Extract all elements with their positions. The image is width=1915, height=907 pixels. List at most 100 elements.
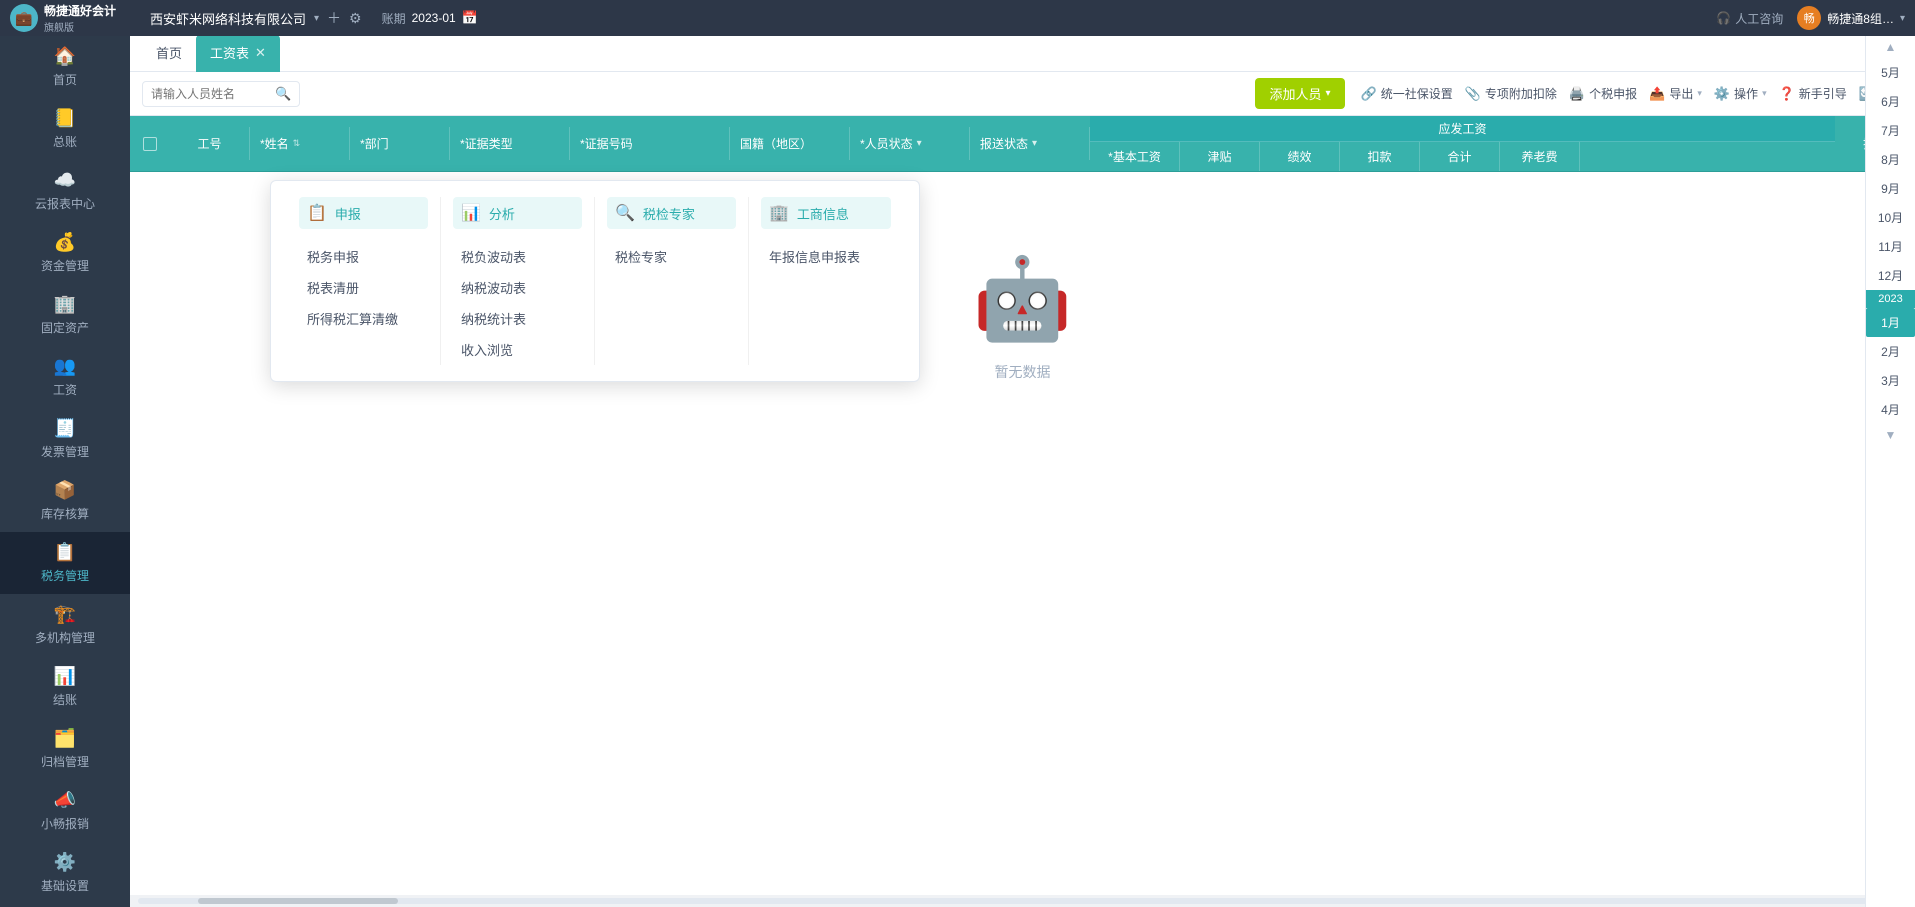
- menu-section-business-header: 🏢 工商信息: [761, 197, 891, 229]
- search-wrap: 🔍: [142, 81, 300, 107]
- archive-icon: 🗂️: [54, 728, 76, 749]
- add-company-icon[interactable]: ＋: [327, 8, 341, 28]
- cal-month-9[interactable]: 9月: [1866, 174, 1915, 203]
- horizontal-scrollbar[interactable]: [130, 895, 1915, 907]
- headset-icon: 🎧: [1716, 11, 1731, 25]
- menu-popup: 📋 申报 税务申报 税表清册 所得税汇算清缴 📊 分析 税负波动表 纳税波动表 …: [270, 180, 920, 382]
- tax-declaration-item[interactable]: 税务申报: [299, 241, 428, 272]
- sidebar-item-cloud[interactable]: ☁️ 云报表中心: [0, 160, 130, 222]
- th-salary-group: 应发工资 *基本工资 津贴 绩效 扣款 合计 养老费: [1090, 116, 1835, 171]
- social-security-action[interactable]: 🔗 统一社保设置: [1361, 85, 1453, 102]
- sidebar-item-tax[interactable]: 📋 税务管理: [0, 532, 130, 594]
- user-area[interactable]: 畅 畅捷通8组… ▾: [1797, 6, 1905, 30]
- sidebar-item-invoice[interactable]: 🧾 发票管理: [0, 408, 130, 470]
- operate-action[interactable]: ⚙️ 操作 ▾: [1714, 85, 1767, 102]
- analysis-title: 分析: [489, 204, 515, 223]
- operate-dropdown-icon: ▾: [1762, 88, 1767, 99]
- company-dropdown-icon[interactable]: ▾: [314, 13, 319, 24]
- cal-month-10[interactable]: 10月: [1866, 203, 1915, 232]
- th-name[interactable]: *姓名 ⇅: [250, 127, 350, 160]
- th-dept: *部门: [350, 127, 450, 160]
- sidebar: 🏠 首页 📒 总账 ☁️ 云报表中心 💰 资金管理 🏢 固定资产 👥 工资 🧾 …: [0, 36, 130, 907]
- th-cert-num: *证据号码: [570, 127, 730, 160]
- th-checkbox[interactable]: [130, 127, 170, 161]
- settings-icon: ⚙️: [54, 852, 76, 873]
- sidebar-label-ledger: 总账: [53, 133, 77, 150]
- cal-month-5[interactable]: 5月: [1866, 58, 1915, 87]
- th-cert-num-label: *证据号码: [580, 135, 633, 152]
- income-browse-item[interactable]: 收入浏览: [453, 334, 582, 365]
- cal-month-11[interactable]: 11月: [1866, 232, 1915, 261]
- tax-burden-item[interactable]: 税负波动表: [453, 241, 582, 272]
- special-deduction-label: 专项附加扣除: [1485, 85, 1557, 102]
- sidebar-item-funds[interactable]: 💰 资金管理: [0, 222, 130, 284]
- sidebar-item-archive[interactable]: 🗂️ 归档管理: [0, 718, 130, 780]
- tab-close-icon[interactable]: ✕: [255, 45, 266, 61]
- tax-stats-item[interactable]: 纳税统计表: [453, 303, 582, 334]
- cal-month-4[interactable]: 4月: [1866, 395, 1915, 424]
- help-button[interactable]: 🎧 人工咨询: [1716, 10, 1783, 27]
- toolbar: 🔍 添加人员 ▾ 🔗 统一社保设置 📎 专项附加扣除 🖨️ 个税申报: [130, 72, 1915, 116]
- logo-subtitle: 旗舰版: [44, 19, 116, 34]
- cal-month-6[interactable]: 6月: [1866, 87, 1915, 116]
- income-calc-item[interactable]: 所得税汇算清缴: [299, 303, 428, 334]
- add-person-button[interactable]: 添加人员 ▾: [1255, 78, 1344, 109]
- sidebar-item-assets[interactable]: 🏢 固定资产: [0, 284, 130, 346]
- cal-month-3[interactable]: 3月: [1866, 366, 1915, 395]
- tax-expert-icon: 🔍: [615, 203, 635, 223]
- sidebar-label-settings: 基础设置: [41, 877, 89, 894]
- cal-month-7[interactable]: 7月: [1866, 116, 1915, 145]
- th-send-status: 报送状态 ▾: [970, 127, 1090, 160]
- scrollbar-thumb[interactable]: [198, 898, 398, 904]
- send-status-filter-icon[interactable]: ▾: [1032, 138, 1037, 149]
- sidebar-item-multi[interactable]: 🏗️ 多机构管理: [0, 594, 130, 656]
- cal-month-12[interactable]: 12月: [1866, 261, 1915, 290]
- annual-report-item[interactable]: 年报信息申报表: [761, 241, 891, 272]
- th-salary-sub-cols: *基本工资 津贴 绩效 扣款 合计 养老费: [1090, 142, 1835, 171]
- tab-home[interactable]: 首页: [142, 36, 196, 72]
- status-filter-icon[interactable]: ▾: [917, 138, 922, 149]
- th-base-salary: *基本工资: [1090, 142, 1180, 171]
- special-deduction-action[interactable]: 📎 专项附加扣除: [1465, 85, 1557, 102]
- period-value[interactable]: 2023-01: [412, 11, 456, 25]
- tab-home-label: 首页: [156, 46, 182, 61]
- company-name: 西安虾米网络科技有限公司: [150, 9, 306, 28]
- menu-section-analysis-header: 📊 分析: [453, 197, 582, 229]
- business-icon: 🏢: [769, 203, 789, 223]
- cal-month-1[interactable]: 1月: [1866, 308, 1915, 337]
- operate-icon: ⚙️: [1714, 86, 1730, 102]
- sidebar-item-report[interactable]: 📣 小畅报销: [0, 780, 130, 842]
- sidebar-item-home[interactable]: 🏠 首页: [0, 36, 130, 98]
- cal-month-2[interactable]: 2月: [1866, 337, 1915, 366]
- guide-action[interactable]: ❓ 新手引导: [1779, 85, 1847, 102]
- cal-month-8[interactable]: 8月: [1866, 145, 1915, 174]
- personal-tax-action[interactable]: 🖨️ 个税申报: [1569, 85, 1637, 102]
- tax-check-item[interactable]: 税检专家: [607, 241, 736, 272]
- sidebar-item-ledger[interactable]: 📒 总账: [0, 98, 130, 160]
- tax-fluctuation-item[interactable]: 纳税波动表: [453, 272, 582, 303]
- cal-nav-up[interactable]: ▲: [1885, 36, 1897, 58]
- tab-salary-table[interactable]: 工资表 ✕: [196, 36, 280, 72]
- calendar-icon[interactable]: 📅: [462, 10, 478, 26]
- operate-label: 操作: [1734, 85, 1758, 102]
- search-input[interactable]: [151, 87, 271, 101]
- personal-tax-icon: 🖨️: [1569, 86, 1585, 102]
- th-total: 合计: [1420, 142, 1500, 171]
- special-deduction-icon: 📎: [1465, 86, 1481, 102]
- th-cert-type-label: *证据类型: [460, 135, 513, 152]
- guide-label: 新手引导: [1799, 85, 1847, 102]
- cal-nav-down[interactable]: ▼: [1885, 424, 1897, 446]
- sidebar-item-settings[interactable]: ⚙️ 基础设置: [0, 842, 130, 904]
- sidebar-item-inventory[interactable]: 📦 库存核算: [0, 470, 130, 532]
- guide-icon: ❓: [1779, 86, 1795, 102]
- settle-icon: 📊: [54, 666, 76, 687]
- select-all-checkbox[interactable]: [143, 137, 157, 151]
- tax-expert-title: 税检专家: [643, 204, 695, 223]
- add-person-label: 添加人员: [1269, 84, 1321, 103]
- sidebar-label-funds: 资金管理: [41, 257, 89, 274]
- tax-table-item[interactable]: 税表清册: [299, 272, 428, 303]
- export-action[interactable]: 📤 导出 ▾: [1649, 85, 1702, 102]
- sidebar-item-salary[interactable]: 👥 工资: [0, 346, 130, 408]
- sidebar-item-settle[interactable]: 📊 结账: [0, 656, 130, 718]
- settings-icon[interactable]: ⚙: [349, 10, 362, 27]
